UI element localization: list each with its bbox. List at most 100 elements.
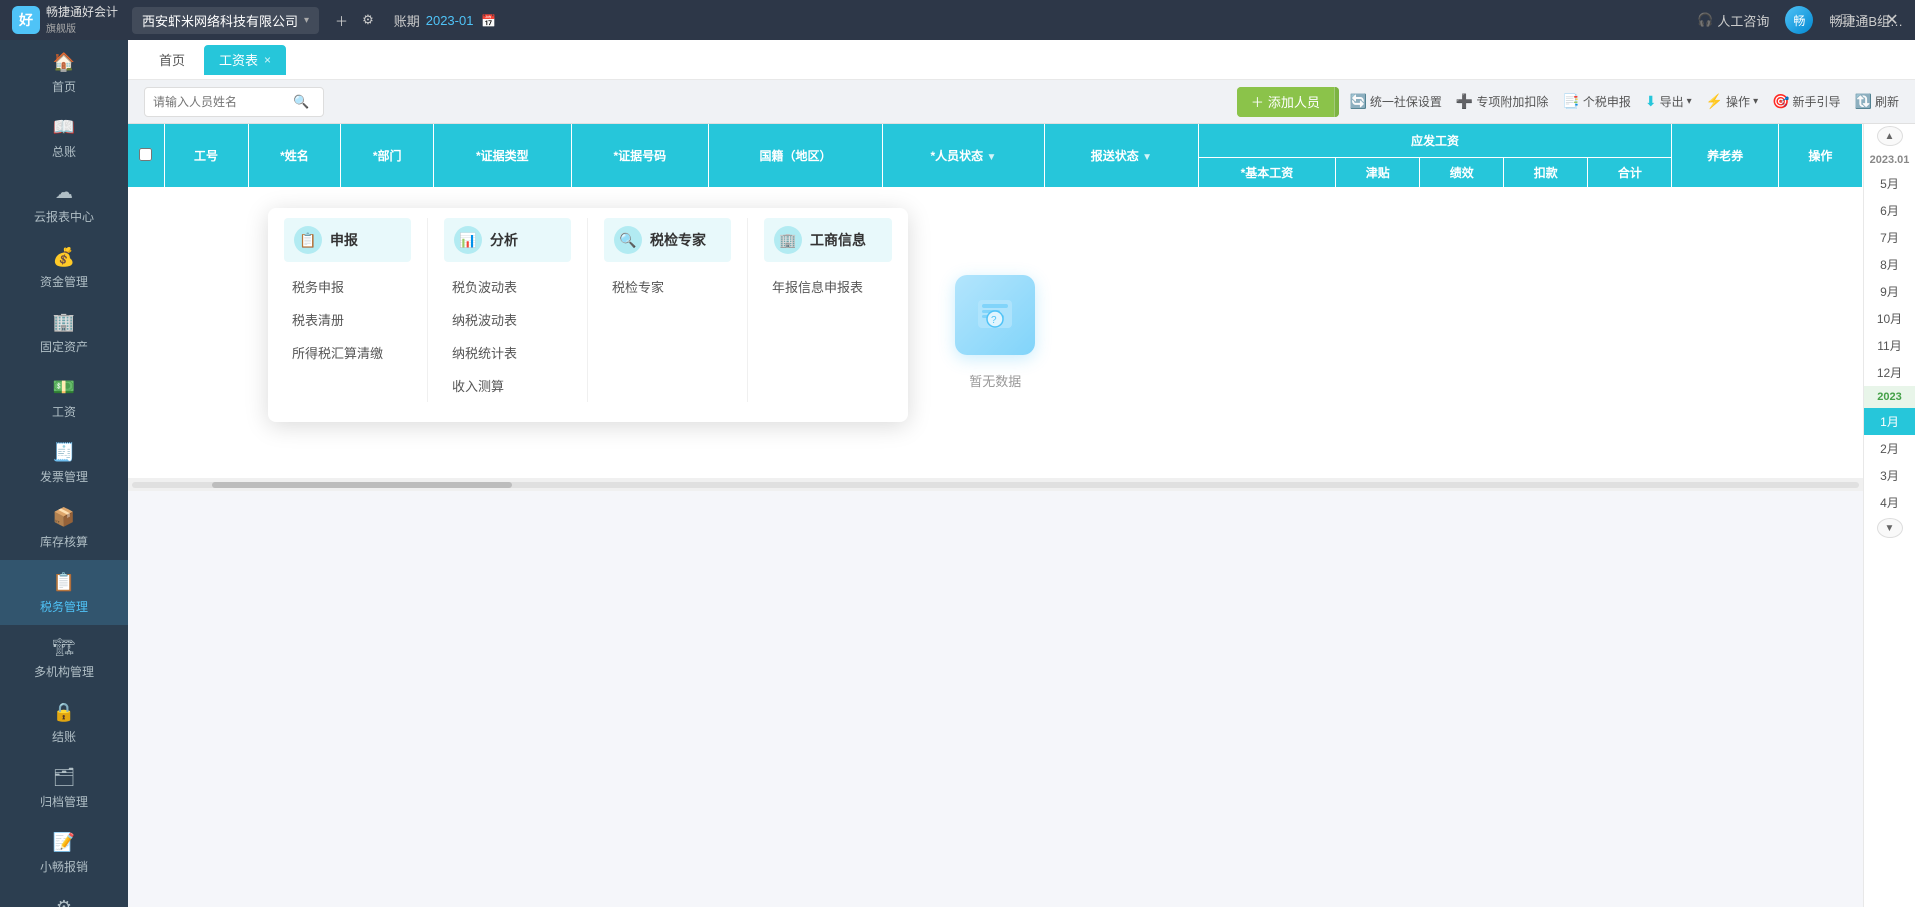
date-nav-down-button[interactable]: ▼ [1877, 518, 1903, 538]
sidebar-item-salary[interactable]: 💵 工资 [0, 365, 128, 430]
export-icon: ⬇ [1645, 93, 1657, 110]
gear-icon: ⚙ [52, 895, 76, 907]
new-guide-toolbar-btn[interactable]: 🎯 新手引导 [1772, 93, 1840, 110]
dropdown-grid: 📋 申报 税务申报 税表清册 所得税汇算清缴 📊 分析 税负波动表 [268, 218, 908, 402]
sidebar-item-cloud-report[interactable]: ☁ 云报表中心 [0, 170, 128, 235]
sidebar-item-fund[interactable]: 💰 资金管理 [0, 235, 128, 300]
closing-icon: 🔒 [52, 700, 76, 724]
tax-expert-header-label: 税检专家 [650, 230, 706, 250]
settings-icon[interactable]: ⚙ [362, 12, 374, 28]
date-panel: ▲ 2023.01 5月 6月 7月 8月 9月 10月 11月 12月 202… [1863, 124, 1915, 907]
avatar[interactable]: 畅 [1785, 6, 1813, 34]
sidebar-item-label: 首页 [52, 78, 76, 95]
dropdown-header-declaration: 📋 申报 [284, 218, 411, 262]
personal-tax-btn[interactable]: 📑 个税申报 [1562, 93, 1630, 110]
sidebar-item-archive[interactable]: 🗂 归档管理 [0, 755, 128, 820]
svg-text:?: ? [991, 315, 997, 326]
dept-header: *部门 [341, 124, 434, 187]
archive-icon: 🗂 [52, 765, 76, 789]
company-name: 西安虾米网络科技有限公司 [142, 11, 298, 30]
sidebar-item-invoice[interactable]: 🧾 发票管理 [0, 430, 128, 495]
filter-icon[interactable]: ▼ [986, 152, 996, 163]
sidebar-item-ledger[interactable]: 📖 总账 [0, 105, 128, 170]
search-input[interactable] [153, 95, 293, 109]
tab-home[interactable]: 首页 [144, 45, 200, 75]
date-month-11[interactable]: 11月 [1864, 332, 1915, 359]
tab-close-icon[interactable]: × [264, 53, 271, 67]
date-month-4-2024[interactable]: 4月 [1864, 489, 1915, 516]
sidebar-item-multi-org[interactable]: 🏗 多机构管理 [0, 625, 128, 690]
period-value[interactable]: 2023-01 📅 [426, 13, 496, 28]
sidebar-item-closing[interactable]: 🔒 结账 [0, 690, 128, 755]
name-header: *姓名 [248, 124, 341, 187]
employee-id-header: 工号 [164, 124, 248, 187]
refresh-icon: 🔃 [1855, 93, 1872, 110]
date-month-6[interactable]: 6月 [1864, 197, 1915, 224]
export-btn[interactable]: ⬇ 导出 ▾ [1645, 93, 1692, 110]
add-company-icon[interactable]: ＋ [335, 11, 348, 30]
date-month-8[interactable]: 8月 [1864, 251, 1915, 278]
date-month-12[interactable]: 12月 [1864, 359, 1915, 386]
sidebar-item-tax[interactable]: 📋 税务管理 [0, 560, 128, 625]
operate-btn[interactable]: ⚡ 操作 ▾ [1706, 93, 1758, 110]
scrollbar-thumb[interactable] [212, 482, 512, 488]
sidebar-item-fixed-assets[interactable]: 🏢 固定资产 [0, 300, 128, 365]
sidebar-item-label: 税务管理 [40, 598, 88, 615]
special-deduction-btn[interactable]: ➕ 专项附加扣除 [1456, 93, 1548, 110]
sidebar-item-home[interactable]: 🏠 首页 [0, 40, 128, 105]
dropdown-item-tax-expert[interactable]: 税检专家 [604, 270, 731, 303]
dropdown-item-income-tax-settlement[interactable]: 所得税汇算清缴 [284, 336, 411, 369]
date-nav-up-button[interactable]: ▲ [1877, 126, 1903, 146]
logo-icon: 好 [12, 6, 40, 34]
company-selector[interactable]: 西安虾米网络科技有限公司 ▾ [132, 7, 319, 34]
sidebar-item-label: 库存核算 [40, 533, 88, 550]
performance-sub-header: 绩效 [1420, 158, 1504, 188]
app-sub: 旗舰版 [46, 20, 118, 35]
refresh-btn[interactable]: 🔃 刷新 [1855, 93, 1899, 110]
date-month-5[interactable]: 5月 [1864, 170, 1915, 197]
date-month-1-2024[interactable]: 1月 [1864, 408, 1915, 435]
customer-service-btn[interactable]: 🎧 人工咨询 [1697, 11, 1769, 30]
search-icon: 🔍 [293, 94, 309, 110]
sidebar-item-label: 固定资产 [40, 338, 88, 355]
minimize-button[interactable]: □ [1823, 0, 1869, 40]
dropdown-item-tax-burden-table[interactable]: 税负波动表 [444, 270, 571, 303]
add-person-dropdown-button[interactable]: ▾ [1334, 87, 1340, 117]
tax-expert-icon: 🔍 [614, 226, 642, 254]
report-status-header: 报送状态 ▼ [1045, 124, 1199, 187]
sidebar-item-xiao-report[interactable]: 📝 小畅报销 [0, 820, 128, 885]
dropdown-col-tax-expert: 🔍 税检专家 税检专家 [588, 218, 748, 402]
tax-icon: 📋 [52, 570, 76, 594]
add-person-button[interactable]: ＋ 添加人员 [1237, 87, 1334, 117]
search-box[interactable]: 🔍 [144, 87, 324, 117]
action-header: 操作 [1778, 124, 1862, 187]
checkbox-header [128, 124, 164, 187]
date-month-9[interactable]: 9月 [1864, 278, 1915, 305]
date-month-10[interactable]: 10月 [1864, 305, 1915, 332]
social-security-btn[interactable]: 🔄 统一社保设置 [1349, 93, 1441, 110]
date-month-7[interactable]: 7月 [1864, 224, 1915, 251]
dropdown-col-business-info: 🏢 工商信息 年报信息申报表 [748, 218, 908, 402]
tab-payroll[interactable]: 工资表 × [204, 45, 286, 75]
dropdown-item-tax-declaration[interactable]: 税务申报 [284, 270, 411, 303]
dropdown-item-tax-form-manual[interactable]: 税表清册 [284, 303, 411, 336]
assets-icon: 🏢 [52, 310, 76, 334]
select-all-checkbox[interactable] [139, 148, 152, 161]
dropdown-item-tax-flow-table[interactable]: 纳税波动表 [444, 303, 571, 336]
tab-payroll-label: 工资表 [219, 50, 258, 69]
date-month-3-2024[interactable]: 3月 [1864, 462, 1915, 489]
sidebar-item-inventory[interactable]: 📦 库存核算 [0, 495, 128, 560]
date-month-2-2024[interactable]: 2月 [1864, 435, 1915, 462]
sidebar-item-basic-settings[interactable]: ⚙ 基础设置 [0, 885, 128, 907]
date-year-2024-label: 2023 [1864, 386, 1915, 408]
close-button[interactable]: ✕ [1869, 0, 1915, 40]
dropdown-item-income-forecast[interactable]: 收入测算 [444, 369, 571, 402]
dropdown-item-tax-stats-table[interactable]: 纳税统计表 [444, 336, 571, 369]
dropdown-item-annual-report[interactable]: 年报信息申报表 [764, 270, 892, 303]
filter-icon[interactable]: ▼ [1142, 152, 1152, 163]
top-bar: 好 畅捷通好会计 旗舰版 西安虾米网络科技有限公司 ▾ ＋ ⚙ 账期 2023-… [0, 0, 1915, 40]
invoice-icon: 🧾 [52, 440, 76, 464]
horizontal-scrollbar[interactable] [128, 479, 1863, 491]
add-person-group: ＋ 添加人员 ▾ [1237, 87, 1340, 117]
home-icon: 🏠 [52, 50, 76, 74]
